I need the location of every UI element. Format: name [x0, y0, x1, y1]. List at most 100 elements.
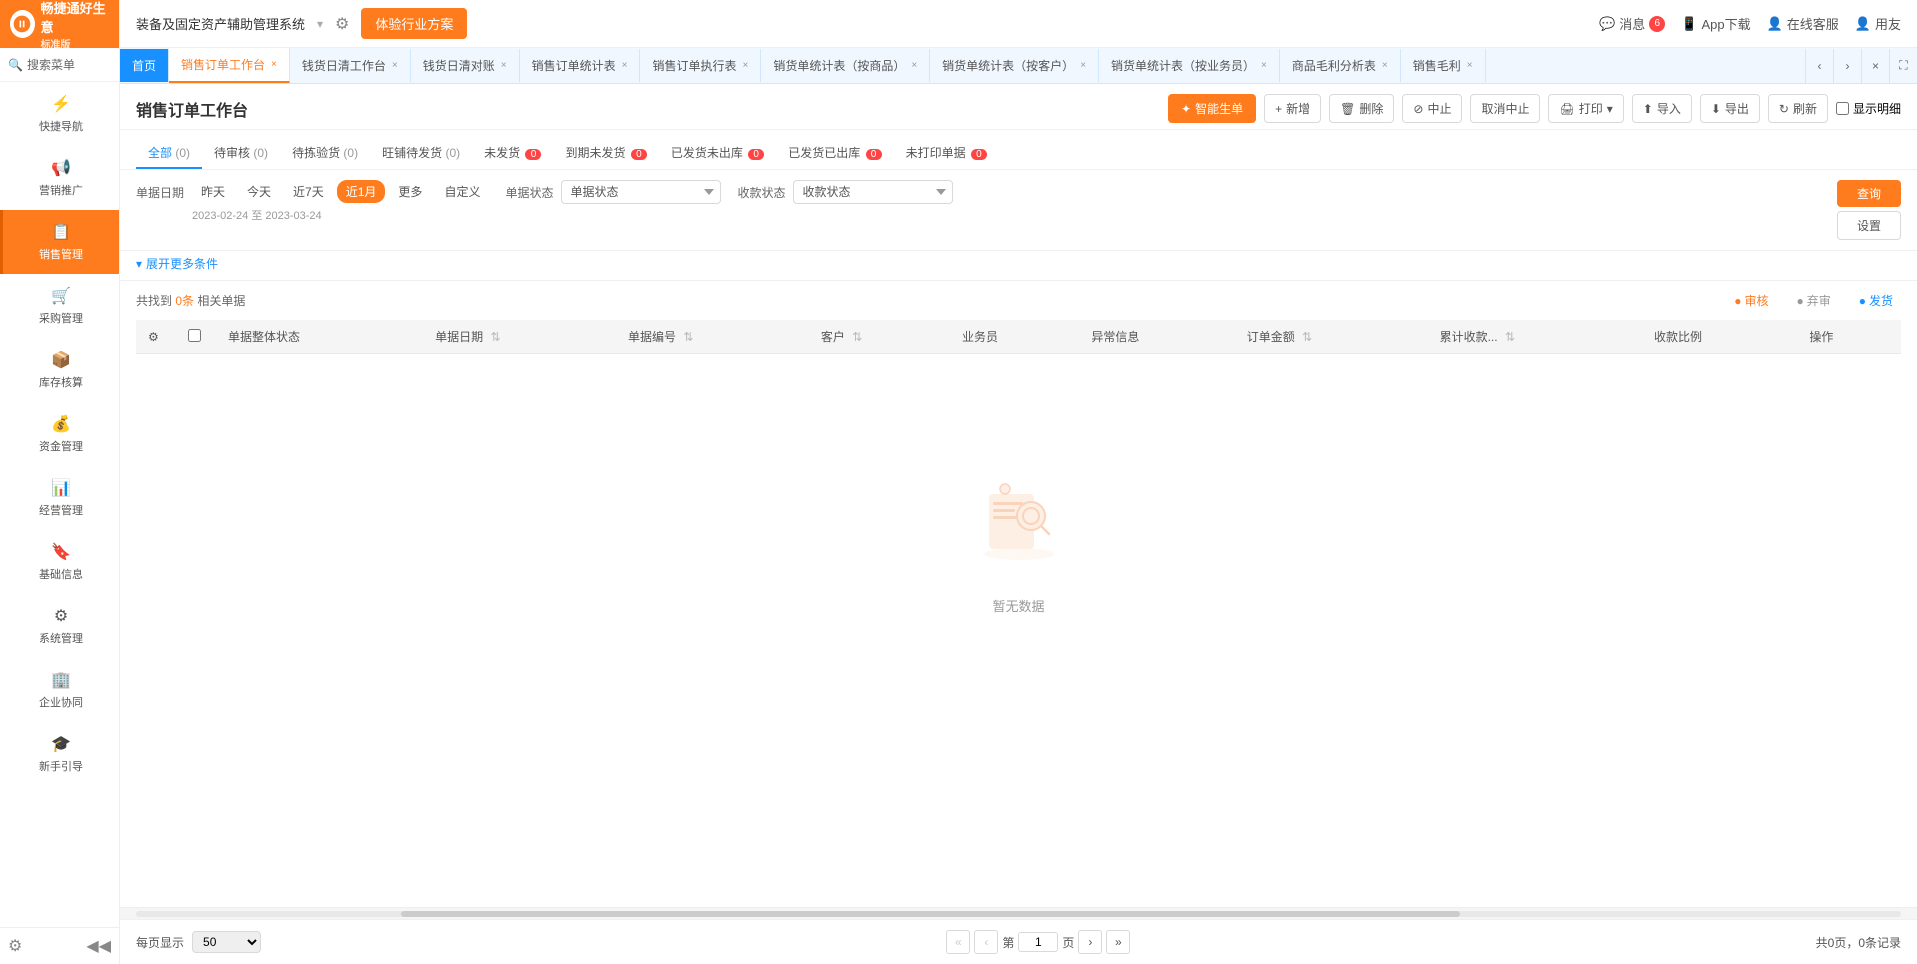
gear-icon[interactable]: ⚙ — [335, 14, 349, 34]
subtab-shipped-not-warehoused-badge: 0 — [748, 149, 764, 160]
collapse-sidebar-btn[interactable]: ◀◀ — [86, 936, 111, 956]
col-customer[interactable]: 客户 ⇅ — [809, 320, 950, 354]
page-input[interactable] — [1018, 932, 1058, 952]
tab-scroll-right-btn[interactable]: › — [1833, 49, 1861, 83]
stop-btn[interactable]: ⊘ 中止 — [1402, 94, 1462, 123]
filter-setting-btn[interactable]: 设置 — [1837, 211, 1901, 240]
scroll-thumb[interactable] — [401, 911, 1460, 917]
subtab-pending-inspection[interactable]: 待拣验货 (0) — [280, 138, 370, 169]
show-detail-label[interactable]: 显示明细 — [1836, 100, 1901, 117]
subtab-wangpu[interactable]: 旺铺待发货 (0) — [370, 138, 472, 169]
tab-close-icon[interactable]: × — [501, 60, 507, 71]
col-collected[interactable]: 累计收款... ⇅ — [1428, 320, 1642, 354]
tab-home[interactable]: 首页 — [120, 49, 169, 82]
sidebar-item-inventory[interactable]: 📦 库存核算 — [0, 338, 119, 402]
filter-1month-btn[interactable]: 近1月 — [337, 180, 386, 203]
tab-close-all-btn[interactable]: × — [1861, 49, 1889, 83]
tab-close-icon[interactable]: × — [1080, 60, 1086, 71]
horizontal-scrollbar[interactable] — [120, 907, 1917, 919]
tab-sales-order-stats[interactable]: 销售订单统计表 × — [520, 49, 641, 82]
col-date[interactable]: 单据日期 ⇅ — [423, 320, 616, 354]
tab-scroll-left-btn[interactable]: ‹ — [1805, 49, 1833, 83]
import-btn[interactable]: ⬆ 导入 — [1632, 94, 1692, 123]
system-title-dropdown[interactable]: ▾ — [317, 17, 323, 31]
sidebar-item-system[interactable]: ⚙ 系统管理 — [0, 594, 119, 658]
refresh-btn[interactable]: ↻ 刷新 — [1768, 94, 1828, 123]
col-customer-label: 客户 — [821, 330, 845, 344]
last-page-btn[interactable]: » — [1106, 930, 1130, 954]
sidebar-item-marketing[interactable]: 📢 营销推广 — [0, 146, 119, 210]
prev-page-btn[interactable]: ‹ — [974, 930, 998, 954]
subtab-not-shipped[interactable]: 未发货 0 — [472, 138, 553, 169]
tab-sales-stats-product[interactable]: 销货单统计表（按商品） × — [761, 49, 930, 82]
search-menu-item[interactable]: 🔍 搜索菜单 — [0, 48, 119, 82]
filter-7days-btn[interactable]: 近7天 — [284, 180, 333, 203]
status-filter-select[interactable]: 单据状态 — [561, 180, 721, 204]
sidebar-item-sales[interactable]: 📋 销售管理 — [0, 210, 119, 274]
filter-yesterday-btn[interactable]: 昨天 — [192, 180, 234, 203]
tab-sales-order-workspace[interactable]: 销售订单工作台 × — [169, 48, 290, 83]
filter-custom-btn[interactable]: 自定义 — [435, 180, 489, 203]
tab-cash-daily[interactable]: 钱货日清工作台 × — [290, 49, 411, 82]
tab-close-icon[interactable]: × — [271, 59, 277, 70]
tab-fullscreen-btn[interactable]: ⛶ — [1889, 49, 1917, 83]
tab-close-icon[interactable]: × — [392, 60, 398, 71]
col-amount[interactable]: 订单金额 ⇅ — [1235, 320, 1428, 354]
query-btn[interactable]: 查询 — [1837, 180, 1901, 207]
subtab-shipped-warehoused[interactable]: 已发货已出库 0 — [776, 138, 893, 169]
add-btn[interactable]: + 新增 — [1264, 94, 1321, 123]
export-btn[interactable]: ⬇ 导出 — [1700, 94, 1760, 123]
sidebar-item-quicknav[interactable]: ⚡ 快捷导航 — [0, 82, 119, 146]
sidebar-item-enterprise[interactable]: 🏢 企业协同 — [0, 658, 119, 722]
filter-more-btn[interactable]: 更多 — [389, 180, 431, 203]
sidebar-item-basicinfo[interactable]: 🔖 基础信息 — [0, 530, 119, 594]
show-detail-checkbox[interactable] — [1836, 102, 1849, 115]
delete-btn[interactable]: 🗑 删除 — [1329, 94, 1394, 123]
tab-product-gross[interactable]: 商品毛利分析表 × — [1280, 49, 1401, 82]
tab-close-icon[interactable]: × — [622, 60, 628, 71]
per-page-select[interactable]: 50 10 20 100 — [192, 931, 261, 953]
tab-close-icon[interactable]: × — [911, 60, 917, 71]
col-number[interactable]: 单据编号 ⇅ — [616, 320, 809, 354]
settings-bottom-btn[interactable]: ⚙ — [8, 936, 22, 956]
batch-audit-btn[interactable]: ● 审核 — [1726, 289, 1776, 312]
payment-filter-select[interactable]: 收款状态 — [793, 180, 953, 204]
tab-sales-stats-staff[interactable]: 销货单统计表（按业务员） × — [1099, 49, 1280, 82]
app-download-action[interactable]: 📱 App下载 — [1681, 14, 1750, 33]
tab-cash-goods-reconcile[interactable]: 钱货日清对账 × — [411, 49, 520, 82]
tab-close-icon[interactable]: × — [1261, 60, 1267, 71]
tab-close-icon[interactable]: × — [742, 60, 748, 71]
subtab-not-printed[interactable]: 未打印单据 0 — [894, 138, 999, 169]
user-menu[interactable]: 👤 用友 — [1855, 14, 1901, 33]
subtab-shipped-not-warehoused[interactable]: 已发货未出库 0 — [659, 138, 776, 169]
tab-sales-order-execute[interactable]: 销售订单执行表 × — [640, 49, 761, 82]
batch-ship-btn[interactable]: ● 发货 — [1851, 289, 1901, 312]
sidebar-item-operations[interactable]: 📊 经营管理 — [0, 466, 119, 530]
col-config[interactable]: ⚙ — [136, 320, 176, 354]
subtab-shipped-not-warehoused-label: 已发货未出库 — [671, 146, 743, 160]
tab-sales-stats-customer[interactable]: 销货单统计表（按客户） × — [930, 49, 1099, 82]
col-checkbox[interactable] — [176, 320, 216, 354]
message-action[interactable]: 💬 消息 6 — [1599, 14, 1665, 33]
sidebar-item-purchase[interactable]: 🛒 采购管理 — [0, 274, 119, 338]
industry-solution-btn[interactable]: 体验行业方案 — [361, 8, 467, 39]
tab-close-icon[interactable]: × — [1467, 60, 1473, 71]
print-btn[interactable]: 🖨 打印 ▾ — [1548, 94, 1623, 123]
ship-dot-icon: ● — [1859, 294, 1866, 308]
subtab-pending-review[interactable]: 待审核 (0) — [202, 138, 280, 169]
sidebar-item-newguide[interactable]: 🎓 新手引导 — [0, 722, 119, 786]
online-service-action[interactable]: 👤 在线客服 — [1767, 14, 1839, 33]
next-page-btn[interactable]: › — [1078, 930, 1102, 954]
subtab-all[interactable]: 全部 (0) — [136, 138, 202, 169]
tab-sales-gross[interactable]: 销售毛利 × — [1401, 49, 1486, 82]
tab-close-icon[interactable]: × — [1382, 60, 1388, 71]
select-all-checkbox[interactable] — [188, 329, 201, 342]
cancel-stop-btn[interactable]: 取消中止 — [1470, 94, 1540, 123]
sidebar-item-finance[interactable]: 💰 资金管理 — [0, 402, 119, 466]
expand-filter-btn[interactable]: ▾ 展开更多条件 — [136, 255, 1901, 272]
batch-cancel-audit-btn[interactable]: ● 弃审 — [1788, 289, 1838, 312]
smart-order-btn[interactable]: ✦ 智能生单 — [1168, 94, 1256, 123]
subtab-overdue-not-shipped[interactable]: 到期未发货 0 — [553, 138, 658, 169]
first-page-btn[interactable]: « — [946, 930, 970, 954]
filter-today-btn[interactable]: 今天 — [238, 180, 280, 203]
